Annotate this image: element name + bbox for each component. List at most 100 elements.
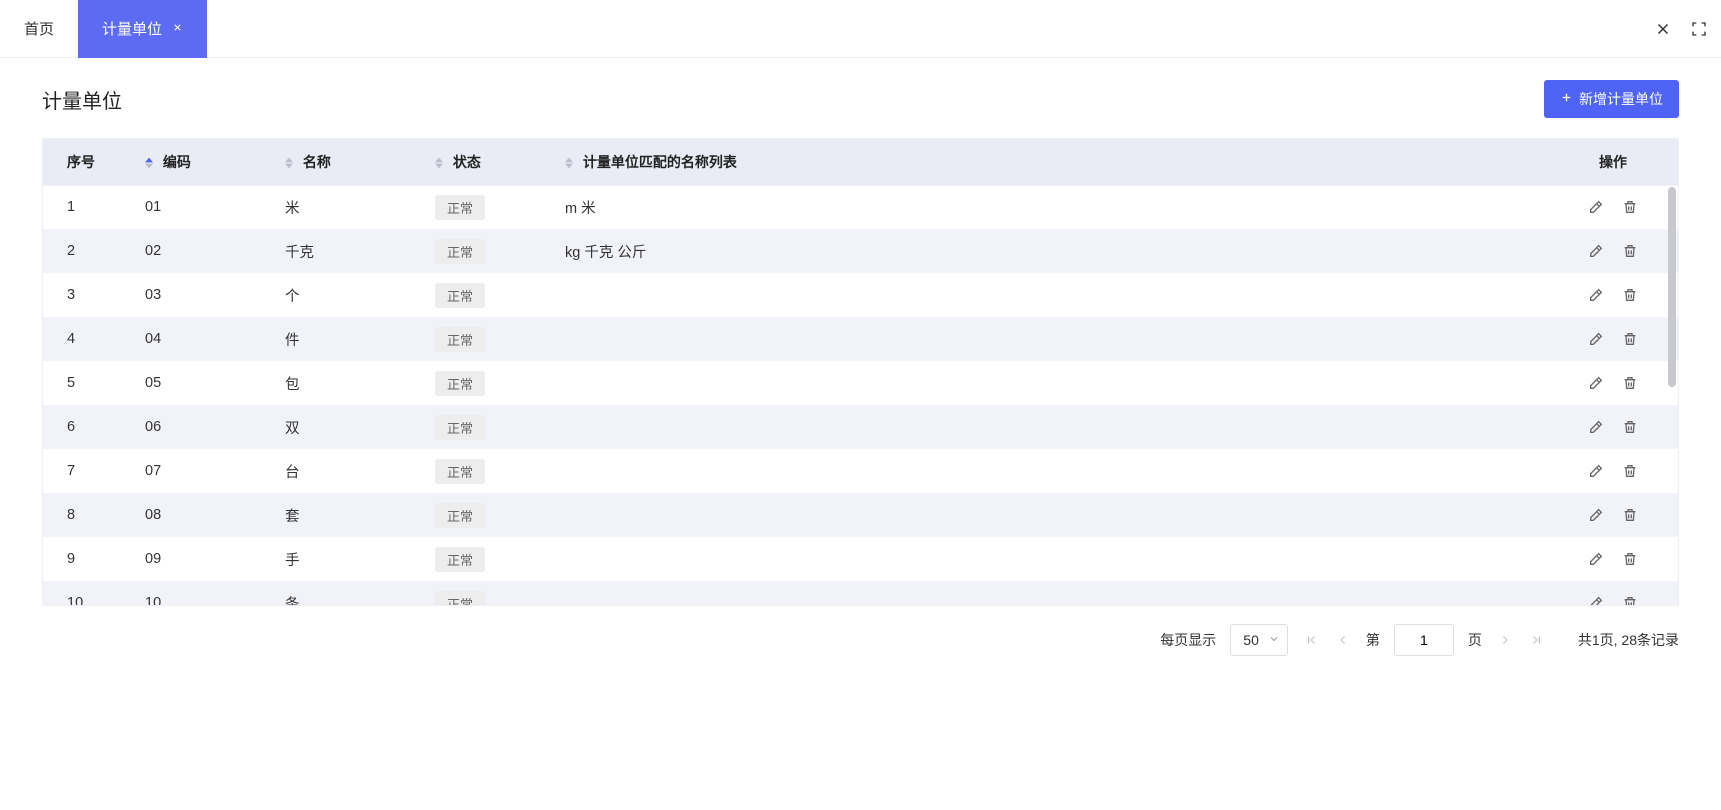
cell-actions [1548, 317, 1678, 361]
status-badge: 正常 [435, 415, 485, 440]
cell-code: 03 [133, 273, 273, 317]
edit-icon[interactable] [1587, 374, 1605, 392]
prev-page-icon[interactable] [1334, 631, 1352, 649]
cell-code: 09 [133, 537, 273, 581]
scrollbar-thumb[interactable] [1668, 187, 1676, 387]
cell-match [553, 537, 1548, 581]
col-header-seq: 序号 [43, 139, 133, 185]
cell-actions [1548, 449, 1678, 493]
edit-icon[interactable] [1587, 550, 1605, 568]
delete-icon[interactable] [1621, 330, 1639, 348]
cell-seq: 1 [43, 185, 133, 229]
table-row: 101米正常m 米 [43, 185, 1678, 229]
cell-status: 正常 [423, 581, 553, 605]
plus-icon [1560, 91, 1573, 107]
col-header-name[interactable]: 名称 [273, 139, 423, 185]
delete-icon[interactable] [1621, 286, 1639, 304]
panel: 计量单位 新增计量单位 序号 [10, 80, 1711, 666]
cell-seq: 3 [43, 273, 133, 317]
cell-match [553, 317, 1548, 361]
cell-name: 个 [273, 273, 423, 317]
cell-name: 手 [273, 537, 423, 581]
table-row: 303个正常 [43, 273, 1678, 317]
table-row: 808套正常 [43, 493, 1678, 537]
cell-seq: 10 [43, 581, 133, 605]
tab-bar: 首页 计量单位 [0, 0, 1721, 58]
edit-icon[interactable] [1587, 594, 1605, 605]
add-unit-button[interactable]: 新增计量单位 [1544, 80, 1679, 118]
delete-icon[interactable] [1621, 594, 1639, 605]
tab-home[interactable]: 首页 [0, 0, 78, 58]
per-page-select[interactable]: 50 [1230, 624, 1288, 656]
delete-icon[interactable] [1621, 462, 1639, 480]
cell-actions [1548, 229, 1678, 273]
tab-measure-unit[interactable]: 计量单位 [78, 0, 207, 58]
pagination: 每页显示 50 第 页 [42, 606, 1679, 666]
close-icon[interactable] [1653, 19, 1673, 39]
cell-name: 双 [273, 405, 423, 449]
edit-icon[interactable] [1587, 330, 1605, 348]
scrollbar-track[interactable] [1668, 187, 1676, 603]
sort-icon [435, 157, 443, 169]
edit-icon[interactable] [1587, 198, 1605, 216]
cell-code: 04 [133, 317, 273, 361]
cell-name: 件 [273, 317, 423, 361]
cell-actions [1548, 581, 1678, 605]
pager-summary: 共1页, 28条记录 [1578, 630, 1679, 650]
cell-name: 台 [273, 449, 423, 493]
cell-code: 06 [133, 405, 273, 449]
delete-icon[interactable] [1621, 242, 1639, 260]
delete-icon[interactable] [1621, 374, 1639, 392]
edit-icon[interactable] [1587, 286, 1605, 304]
cell-name: 条 [273, 581, 423, 605]
page-input[interactable] [1394, 624, 1454, 656]
cell-code: 02 [133, 229, 273, 273]
cell-name: 米 [273, 185, 423, 229]
cell-name: 包 [273, 361, 423, 405]
close-icon[interactable] [172, 21, 183, 36]
cell-name: 千克 [273, 229, 423, 273]
last-page-icon[interactable] [1528, 631, 1546, 649]
cell-seq: 9 [43, 537, 133, 581]
status-badge: 正常 [435, 239, 485, 264]
cell-match [553, 493, 1548, 537]
col-header-status[interactable]: 状态 [423, 139, 553, 185]
delete-icon[interactable] [1621, 418, 1639, 436]
cell-code: 05 [133, 361, 273, 405]
edit-icon[interactable] [1587, 462, 1605, 480]
cell-actions [1548, 185, 1678, 229]
cell-match [553, 273, 1548, 317]
first-page-icon[interactable] [1302, 631, 1320, 649]
delete-icon[interactable] [1621, 198, 1639, 216]
table-row: 707台正常 [43, 449, 1678, 493]
col-header-code[interactable]: 编码 [133, 139, 273, 185]
fullscreen-icon[interactable] [1689, 19, 1709, 39]
cell-seq: 5 [43, 361, 133, 405]
cell-match [553, 449, 1548, 493]
cell-name: 套 [273, 493, 423, 537]
page-prefix: 第 [1366, 630, 1380, 650]
cell-seq: 8 [43, 493, 133, 537]
status-badge: 正常 [435, 327, 485, 352]
next-page-icon[interactable] [1496, 631, 1514, 649]
cell-status: 正常 [423, 317, 553, 361]
edit-icon[interactable] [1587, 418, 1605, 436]
per-page-label: 每页显示 [1160, 630, 1216, 650]
cell-match: m 米 [553, 185, 1548, 229]
page: 计量单位 新增计量单位 序号 [0, 58, 1721, 676]
table-row: 606双正常 [43, 405, 1678, 449]
cell-status: 正常 [423, 405, 553, 449]
cell-code: 01 [133, 185, 273, 229]
status-badge: 正常 [435, 591, 485, 606]
table-scroll[interactable]: 序号 编码 [43, 139, 1678, 605]
cell-match [553, 581, 1548, 605]
col-header-match[interactable]: 计量单位匹配的名称列表 [553, 139, 1548, 185]
delete-icon[interactable] [1621, 550, 1639, 568]
edit-icon[interactable] [1587, 506, 1605, 524]
add-button-label: 新增计量单位 [1579, 89, 1663, 109]
cell-match [553, 361, 1548, 405]
tab-active-label: 计量单位 [102, 18, 162, 39]
cell-status: 正常 [423, 537, 553, 581]
delete-icon[interactable] [1621, 506, 1639, 524]
edit-icon[interactable] [1587, 242, 1605, 260]
